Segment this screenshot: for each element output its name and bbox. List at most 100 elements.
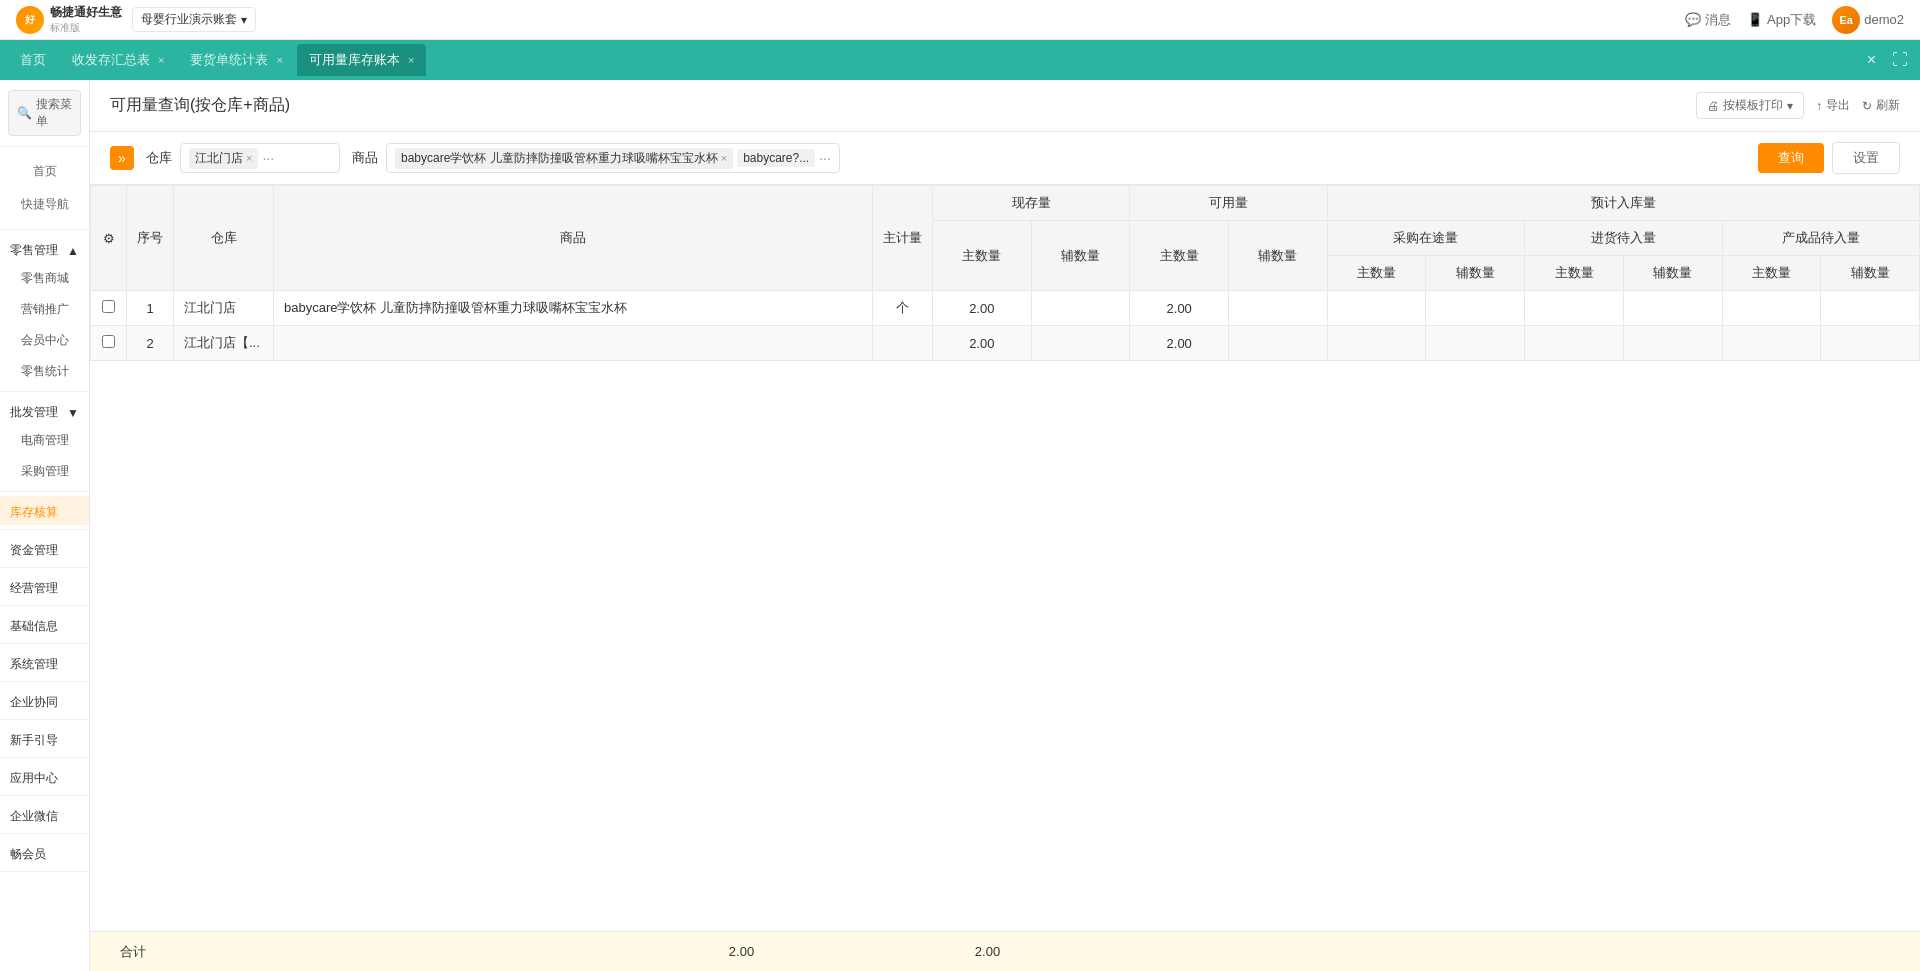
table-wrapper[interactable]: ⚙ 序号 仓库 商品 主计量 现存量 可用量 预计入库量 主数量 辅数量 主数量 bbox=[90, 185, 1920, 971]
sidebar-section-finance: 资金管理 bbox=[0, 530, 89, 568]
sidebar-section-collab-title[interactable]: 企业协同 bbox=[0, 686, 89, 715]
col-header-arrival-main: 主数量 bbox=[1525, 256, 1624, 291]
print-icon: 🖨 bbox=[1707, 99, 1719, 113]
sidebar-section-inventory: 库存核算 bbox=[0, 492, 89, 530]
warehouse-tag-close[interactable]: × bbox=[246, 152, 252, 164]
sidebar-search-area: 🔍 搜索菜单 bbox=[0, 80, 89, 147]
row-produce-aux bbox=[1821, 326, 1920, 361]
tab-bar-right: × ⛶ bbox=[1863, 47, 1912, 73]
filter-expand-btn[interactable]: » bbox=[110, 146, 134, 170]
row-available-aux bbox=[1229, 291, 1328, 326]
sidebar-item-guide[interactable]: 快捷导航 bbox=[0, 188, 89, 221]
sidebar-item-home[interactable]: 首页 bbox=[0, 155, 89, 188]
row-available-main: 2.00 bbox=[1130, 291, 1229, 326]
print-btn[interactable]: 🖨 按模板打印 ▾ bbox=[1696, 92, 1804, 119]
sidebar-section-basic-title[interactable]: 基础信息 bbox=[0, 610, 89, 639]
fullscreen-icon[interactable]: ⛶ bbox=[1888, 47, 1912, 73]
export-icon: ↑ bbox=[1816, 99, 1822, 113]
sidebar-item-purchase[interactable]: 采购管理 bbox=[0, 456, 89, 487]
filter-actions: 查询 设置 bbox=[1758, 142, 1900, 174]
sidebar-section-vip: 畅会员 bbox=[0, 834, 89, 872]
tab-bar: 首页 收发存汇总表 × 要货单统计表 × 可用量库存账本 × × ⛶ bbox=[0, 40, 1920, 80]
sidebar-item-retail-mall[interactable]: 零售商城 bbox=[0, 263, 89, 294]
tab-available[interactable]: 可用量库存账本 × bbox=[297, 44, 426, 76]
col-header-goods: 商品 bbox=[274, 186, 873, 291]
row-arrival-aux bbox=[1623, 326, 1722, 361]
sidebar-section-app-center-title[interactable]: 应用中心 bbox=[0, 762, 89, 791]
goods-tag2: babycare?... bbox=[737, 149, 815, 167]
refresh-icon: ↻ bbox=[1862, 99, 1872, 113]
col-header-stock-group: 现存量 bbox=[932, 186, 1129, 221]
sidebar-section-system-title[interactable]: 系统管理 bbox=[0, 648, 89, 677]
col-header-arrival-aux: 辅数量 bbox=[1623, 256, 1722, 291]
message-btn[interactable]: 💬 消息 bbox=[1685, 11, 1731, 29]
close-all-icon[interactable]: × bbox=[1863, 47, 1880, 73]
avatar: Ea bbox=[1832, 6, 1860, 34]
filter-bar: » 仓库 江北门店 × ··· 商品 babycare学饮杯 儿童防摔防撞吸管杯… bbox=[90, 132, 1920, 185]
sidebar-item-retail-stats[interactable]: 零售统计 bbox=[0, 356, 89, 387]
sidebar-section-wholesale-title[interactable]: 批发管理 ▼ bbox=[0, 396, 89, 425]
col-header-purchase-sub: 采购在途量 bbox=[1327, 221, 1524, 256]
industry-selector[interactable]: 母婴行业演示账套 ▾ bbox=[132, 7, 256, 32]
tab-receive-close[interactable]: × bbox=[158, 54, 164, 66]
row-purchase-aux bbox=[1426, 326, 1525, 361]
settings-icon[interactable]: ⚙ bbox=[103, 231, 115, 246]
col-header-settings: ⚙ bbox=[91, 186, 127, 291]
goods-tag1-close[interactable]: × bbox=[721, 152, 727, 164]
row-goods bbox=[274, 326, 873, 361]
warehouse-more-icon[interactable]: ··· bbox=[262, 150, 274, 166]
expand-icon: ▼ bbox=[67, 406, 79, 420]
col-header-stock-main: 主数量 bbox=[932, 221, 1031, 291]
sidebar-search-btn[interactable]: 🔍 搜索菜单 bbox=[8, 90, 81, 136]
sidebar-section-finance-title[interactable]: 资金管理 bbox=[0, 534, 89, 563]
tab-receive[interactable]: 收发存汇总表 × bbox=[60, 44, 176, 76]
row-available-aux bbox=[1229, 326, 1328, 361]
summary-available-main: 2.00 bbox=[926, 944, 1049, 959]
tab-available-close[interactable]: × bbox=[408, 54, 414, 66]
sidebar-section-operation-title[interactable]: 经营管理 bbox=[0, 572, 89, 601]
row-arrival-aux bbox=[1623, 291, 1722, 326]
logo-text: 畅捷通好生意 标准版 bbox=[50, 4, 122, 35]
sidebar-nav: 首页 快捷导航 bbox=[0, 147, 89, 230]
col-header-purchase-aux: 辅数量 bbox=[1426, 256, 1525, 291]
summary-stock-main: 2.00 bbox=[680, 944, 803, 959]
refresh-btn[interactable]: ↻ 刷新 bbox=[1862, 97, 1900, 114]
sidebar-section-retail-title[interactable]: 零售管理 ▲ bbox=[0, 234, 89, 263]
row-checkbox[interactable] bbox=[91, 326, 127, 361]
app-download-btn[interactable]: 📱 App下载 bbox=[1747, 11, 1816, 29]
goods-more-icon[interactable]: ··· bbox=[819, 150, 831, 166]
row-unit: 个 bbox=[872, 291, 932, 326]
chevron-down-icon2: ▾ bbox=[1787, 99, 1793, 113]
sidebar-section-wechat-title[interactable]: 企业微信 bbox=[0, 800, 89, 829]
user-profile[interactable]: Ea demo2 bbox=[1832, 6, 1904, 34]
table-row[interactable]: 2 江北门店【... 2.00 2.00 bbox=[91, 326, 1920, 361]
table-row[interactable]: 1 江北门店 babycare学饮杯 儿童防摔防撞吸管杯重力球吸嘴杯宝宝水杯 个… bbox=[91, 291, 1920, 326]
sidebar-section-system: 系统管理 bbox=[0, 644, 89, 682]
sidebar-item-ecom[interactable]: 电商管理 bbox=[0, 425, 89, 456]
chevron-down-icon: ▾ bbox=[241, 13, 247, 27]
sidebar-section-app-center: 应用中心 bbox=[0, 758, 89, 796]
summary-row: 合计 2.00 2.00 bbox=[90, 931, 1920, 971]
warehouse-input[interactable]: 江北门店 × ··· bbox=[180, 143, 340, 173]
query-btn[interactable]: 查询 bbox=[1758, 143, 1824, 173]
sidebar-section-newbie-title[interactable]: 新手引导 bbox=[0, 724, 89, 753]
col-header-produce-aux: 辅数量 bbox=[1821, 256, 1920, 291]
row-arrival-main bbox=[1525, 326, 1624, 361]
sidebar-item-retail-promo[interactable]: 营销推广 bbox=[0, 294, 89, 325]
table-body: 1 江北门店 babycare学饮杯 儿童防摔防撞吸管杯重力球吸嘴杯宝宝水杯 个… bbox=[91, 291, 1920, 361]
row-produce-aux bbox=[1821, 291, 1920, 326]
export-btn[interactable]: ↑ 导出 bbox=[1816, 97, 1850, 114]
settings-btn[interactable]: 设置 bbox=[1832, 142, 1900, 174]
sidebar-item-member-center[interactable]: 会员中心 bbox=[0, 325, 89, 356]
sidebar-section-vip-title[interactable]: 畅会员 bbox=[0, 838, 89, 867]
row-checkbox[interactable] bbox=[91, 291, 127, 326]
goods-input[interactable]: babycare学饮杯 儿童防摔防撞吸管杯重力球吸嘴杯宝宝水杯 × babyca… bbox=[386, 143, 840, 173]
sidebar-section-inventory-title[interactable]: 库存核算 bbox=[0, 496, 89, 525]
tab-order[interactable]: 要货单统计表 × bbox=[178, 44, 294, 76]
tab-home[interactable]: 首页 bbox=[8, 44, 58, 76]
warehouse-tag: 江北门店 × bbox=[189, 148, 258, 169]
page-title: 可用量查询(按仓库+商品) bbox=[110, 95, 290, 128]
tab-order-close[interactable]: × bbox=[276, 54, 282, 66]
sidebar-section-wholesale: 批发管理 ▼ 电商管理 采购管理 bbox=[0, 392, 89, 492]
logo-area: 好 畅捷通好生意 标准版 bbox=[16, 4, 122, 35]
